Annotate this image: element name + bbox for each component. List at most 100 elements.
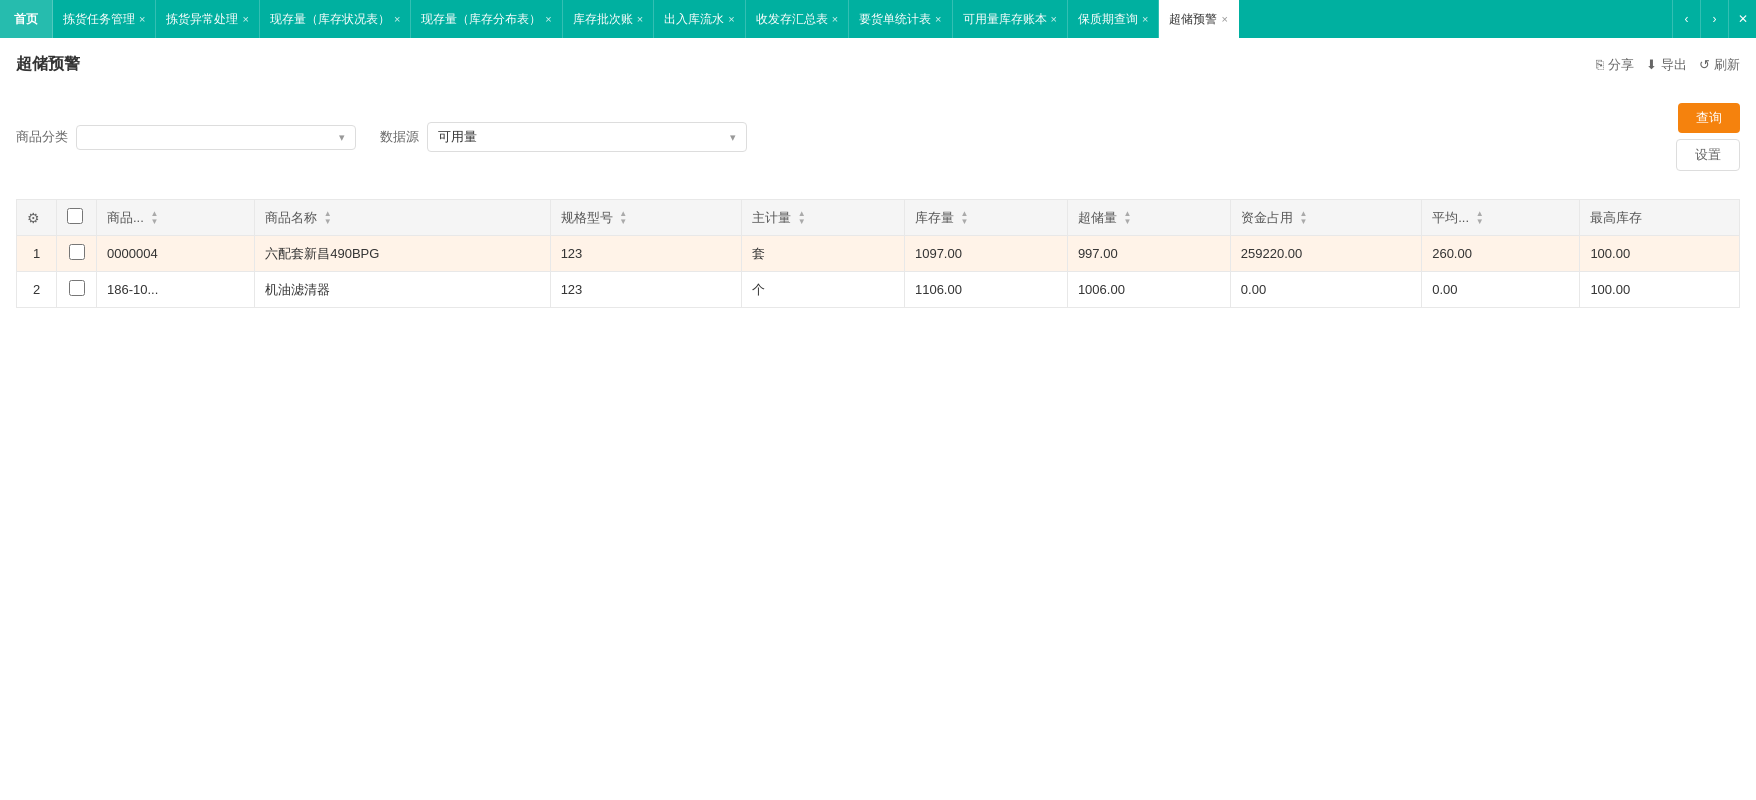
nav-tab-stock-status[interactable]: 现存量（库存状况表） × bbox=[260, 0, 411, 38]
filter-action-buttons: 查询 设置 bbox=[1676, 103, 1740, 171]
nav-tab-close[interactable]: × bbox=[139, 13, 145, 25]
nav-tab-close[interactable]: × bbox=[728, 13, 734, 25]
row-1-capital: 259220.00 bbox=[1230, 236, 1421, 272]
nav-arrow-left[interactable]: ‹ bbox=[1672, 0, 1700, 38]
table-row: 1 0000004 六配套新昌490BPG 123 套 1097.00 997.… bbox=[17, 236, 1740, 272]
row-2-max-stock: 100.00 bbox=[1580, 272, 1740, 308]
nav-tab-task-mgmt[interactable]: 拣货任务管理 × bbox=[53, 0, 156, 38]
th-spec: 规格型号 ▲▼ bbox=[550, 200, 741, 236]
category-select[interactable]: ▾ bbox=[76, 125, 356, 150]
nav-tab-close[interactable]: × bbox=[545, 13, 551, 25]
export-button[interactable]: ⬇ 导出 bbox=[1646, 56, 1687, 74]
th-avg: 平均... ▲▼ bbox=[1422, 200, 1580, 236]
sort-icon-product-code[interactable]: ▲▼ bbox=[150, 210, 158, 226]
category-label: 商品分类 bbox=[16, 128, 68, 146]
th-checkbox bbox=[57, 200, 97, 236]
row-2-checkbox[interactable] bbox=[69, 280, 85, 296]
data-table: ⚙ 商品... ▲▼ 商品名称 ▲▼ 规格型号 ▲▼ 主计 bbox=[16, 199, 1740, 308]
datasource-label: 数据源 bbox=[380, 128, 419, 146]
refresh-button[interactable]: ↺ 刷新 bbox=[1699, 56, 1740, 74]
nav-tab-inout-flow[interactable]: 出入库流水 × bbox=[654, 0, 745, 38]
export-icon: ⬇ bbox=[1646, 57, 1657, 72]
nav-arrow-right[interactable]: › bbox=[1700, 0, 1728, 38]
nav-tab-label: 现存量（库存状况表） bbox=[270, 11, 390, 28]
th-overstock: 超储量 ▲▼ bbox=[1067, 200, 1230, 236]
sort-icon-overstock[interactable]: ▲▼ bbox=[1124, 210, 1132, 226]
nav-tab-close[interactable]: × bbox=[1221, 13, 1227, 25]
table-settings-icon[interactable]: ⚙ bbox=[27, 210, 40, 226]
th-max-stock: 最高库存 bbox=[1580, 200, 1740, 236]
row-2-unit: 个 bbox=[742, 272, 905, 308]
th-unit: 主计量 ▲▼ bbox=[742, 200, 905, 236]
query-button[interactable]: 查询 bbox=[1678, 103, 1740, 133]
top-nav: 首页 拣货任务管理 × 拣货异常处理 × 现存量（库存状况表） × 现存量（库存… bbox=[0, 0, 1756, 38]
nav-arrows: ‹ › ✕ bbox=[1672, 0, 1756, 38]
nav-tab-close[interactable]: × bbox=[394, 13, 400, 25]
category-filter: 商品分类 ▾ bbox=[16, 125, 356, 150]
row-1-unit: 套 bbox=[742, 236, 905, 272]
settings-button[interactable]: 设置 bbox=[1676, 139, 1740, 171]
sort-icon-unit[interactable]: ▲▼ bbox=[798, 210, 806, 226]
nav-tab-overstock[interactable]: 超储预警 × bbox=[1159, 0, 1238, 38]
main-content: 超储预警 ⎘ 分享 ⬇ 导出 ↺ 刷新 商品分类 ▾ bbox=[0, 38, 1756, 800]
nav-tab-close[interactable]: × bbox=[1142, 13, 1148, 25]
nav-tab-stock-dist[interactable]: 现存量（库存分布表） × bbox=[411, 0, 562, 38]
filter-bar: 商品分类 ▾ 数据源 可用量 ▾ 查询 设置 bbox=[16, 91, 1740, 183]
row-1-avg: 260.00 bbox=[1422, 236, 1580, 272]
row-2-capital: 0.00 bbox=[1230, 272, 1421, 308]
row-num-2: 2 bbox=[17, 272, 57, 308]
row-1-product-code: 0000004 bbox=[97, 236, 255, 272]
th-product-code: 商品... ▲▼ bbox=[97, 200, 255, 236]
nav-tab-close[interactable]: × bbox=[242, 13, 248, 25]
nav-tab-close[interactable]: × bbox=[637, 13, 643, 25]
nav-tab-close[interactable]: × bbox=[935, 13, 941, 25]
row-2-avg: 0.00 bbox=[1422, 272, 1580, 308]
chevron-down-icon: ▾ bbox=[339, 131, 345, 144]
nav-tab-abnormal[interactable]: 拣货异常处理 × bbox=[156, 0, 259, 38]
nav-tab-avail-stock[interactable]: 可用量库存账本 × bbox=[953, 0, 1068, 38]
nav-tab-recv-send[interactable]: 收发存汇总表 × bbox=[746, 0, 849, 38]
th-capital: 资金占用 ▲▼ bbox=[1230, 200, 1421, 236]
row-1-max-stock: 100.00 bbox=[1580, 236, 1740, 272]
row-2-spec: 123 bbox=[550, 272, 741, 308]
nav-tab-quality[interactable]: 保质期查询 × bbox=[1068, 0, 1159, 38]
page-title: 超储预警 bbox=[16, 54, 80, 75]
nav-tab-label: 现存量（库存分布表） bbox=[421, 11, 541, 28]
th-product-name: 商品名称 ▲▼ bbox=[255, 200, 550, 236]
row-2-stock: 1106.00 bbox=[904, 272, 1067, 308]
nav-tab-label: 保质期查询 bbox=[1078, 11, 1138, 28]
sort-icon-avg[interactable]: ▲▼ bbox=[1476, 210, 1484, 226]
nav-tab-home-label: 首页 bbox=[14, 11, 38, 28]
datasource-filter: 数据源 可用量 ▾ bbox=[380, 122, 747, 152]
sort-icon-spec[interactable]: ▲▼ bbox=[619, 210, 627, 226]
page-header: 超储预警 ⎘ 分享 ⬇ 导出 ↺ 刷新 bbox=[16, 54, 1740, 75]
nav-tab-label: 可用量库存账本 bbox=[963, 11, 1047, 28]
nav-tab-home[interactable]: 首页 bbox=[0, 0, 53, 38]
sort-icon-capital[interactable]: ▲▼ bbox=[1299, 210, 1307, 226]
row-1-stock: 1097.00 bbox=[904, 236, 1067, 272]
row-num-1: 1 bbox=[17, 236, 57, 272]
nav-tab-label: 出入库流水 bbox=[664, 11, 724, 28]
table-body: 1 0000004 六配套新昌490BPG 123 套 1097.00 997.… bbox=[17, 236, 1740, 308]
sort-icon-stock[interactable]: ▲▼ bbox=[961, 210, 969, 226]
nav-tab-label: 拣货任务管理 bbox=[63, 11, 135, 28]
datasource-select[interactable]: 可用量 ▾ bbox=[427, 122, 747, 152]
chevron-down-icon-datasource: ▾ bbox=[730, 131, 736, 144]
sort-icon-product-name[interactable]: ▲▼ bbox=[324, 210, 332, 226]
nav-tab-close[interactable]: × bbox=[832, 13, 838, 25]
th-stock: 库存量 ▲▼ bbox=[904, 200, 1067, 236]
share-icon: ⎘ bbox=[1596, 57, 1604, 72]
nav-tab-close[interactable]: × bbox=[1051, 13, 1057, 25]
export-label: 导出 bbox=[1661, 56, 1687, 74]
refresh-icon: ↺ bbox=[1699, 57, 1710, 72]
datasource-select-value: 可用量 bbox=[438, 128, 730, 146]
nav-tab-batch[interactable]: 库存批次账 × bbox=[563, 0, 654, 38]
share-button[interactable]: ⎘ 分享 bbox=[1596, 56, 1634, 74]
nav-tab-order-stats[interactable]: 要货单统计表 × bbox=[849, 0, 952, 38]
nav-arrow-expand[interactable]: ✕ bbox=[1728, 0, 1756, 38]
row-1-checkbox[interactable] bbox=[69, 244, 85, 260]
select-all-checkbox[interactable] bbox=[67, 208, 83, 224]
row-checkbox-1 bbox=[57, 236, 97, 272]
table-row: 2 186-10... 机油滤清器 123 个 1106.00 1006.00 … bbox=[17, 272, 1740, 308]
nav-tab-label: 超储预警 bbox=[1169, 11, 1217, 28]
